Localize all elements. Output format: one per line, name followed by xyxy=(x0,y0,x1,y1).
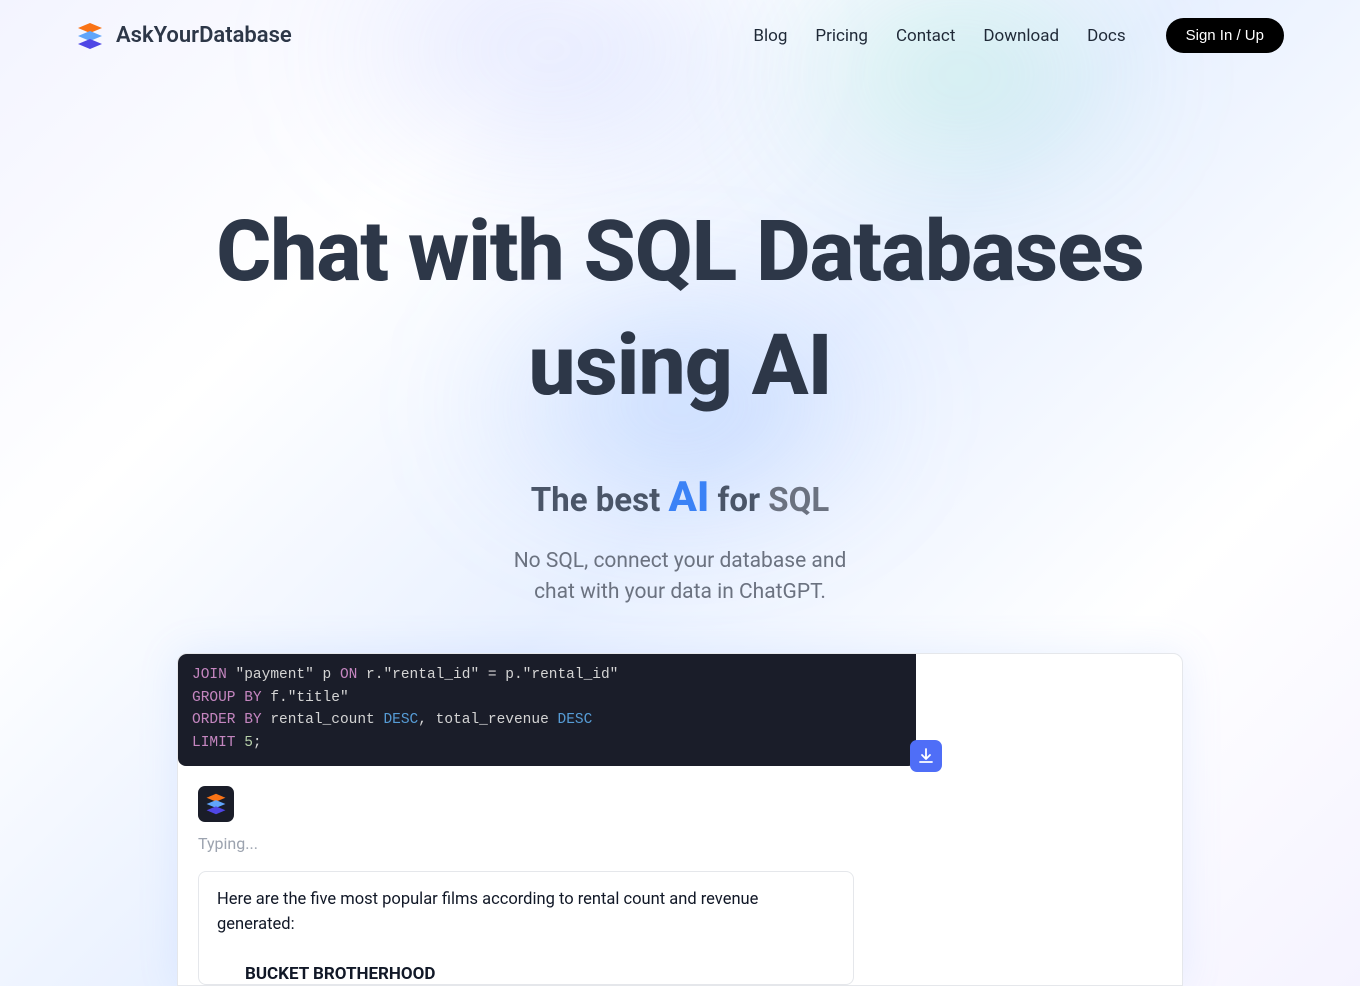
headline-line-2: using AI xyxy=(528,316,831,415)
nav-download[interactable]: Download xyxy=(983,26,1059,46)
tagline: The best AI for SQL xyxy=(0,473,1360,522)
nav-docs[interactable]: Docs xyxy=(1087,26,1126,46)
sub-line-1: No SQL, connect your database and xyxy=(514,549,847,573)
avatar xyxy=(198,786,234,822)
assistant-message: Here are the five most popular films acc… xyxy=(198,871,854,985)
sign-in-button[interactable]: Sign In / Up xyxy=(1166,18,1284,53)
sql-code-block: JOIN "payment" p ON r."rental_id" = p."r… xyxy=(178,654,916,766)
tagline-for: for xyxy=(709,481,768,520)
typing-indicator: Typing... xyxy=(198,834,1162,853)
sub-line-2: chat with your data in ChatGPT. xyxy=(534,580,826,604)
nav-contact[interactable]: Contact xyxy=(896,26,955,46)
tagline-ai: AI xyxy=(668,473,709,522)
nav-pricing[interactable]: Pricing xyxy=(815,26,868,46)
tagline-best: The best xyxy=(531,481,669,520)
code-line: ORDER BY rental_count DESC, total_revenu… xyxy=(192,709,902,731)
code-line: JOIN "payment" p ON r."rental_id" = p."r… xyxy=(192,664,902,686)
download-icon[interactable] xyxy=(910,740,942,772)
subheadline: No SQL, connect your database and chat w… xyxy=(0,546,1360,607)
logo-group[interactable]: AskYourDatabase xyxy=(76,21,292,51)
stack-icon xyxy=(76,21,104,51)
message-text: Here are the five most popular films acc… xyxy=(217,888,835,938)
main-nav: Blog Pricing Contact Download Docs Sign … xyxy=(753,18,1284,53)
chat-area: Typing... Here are the five most popular… xyxy=(178,766,1182,985)
tagline-sql: SQL xyxy=(768,481,829,520)
nav-blog[interactable]: Blog xyxy=(753,26,787,46)
hero-section: Chat with SQL Databases using AI The bes… xyxy=(0,53,1360,986)
site-header: AskYourDatabase Blog Pricing Contact Dow… xyxy=(0,0,1360,53)
headline-line-1: Chat with SQL Databases xyxy=(216,202,1144,301)
result-item: BUCKET BROTHERHOOD xyxy=(245,964,835,984)
brand-name: AskYourDatabase xyxy=(116,23,292,48)
code-line: GROUP BY f."title" xyxy=(192,687,902,709)
page-title: Chat with SQL Databases using AI xyxy=(0,195,1360,423)
code-line: LIMIT 5; xyxy=(192,732,902,754)
demo-panel: JOIN "payment" p ON r."rental_id" = p."r… xyxy=(177,653,1183,985)
